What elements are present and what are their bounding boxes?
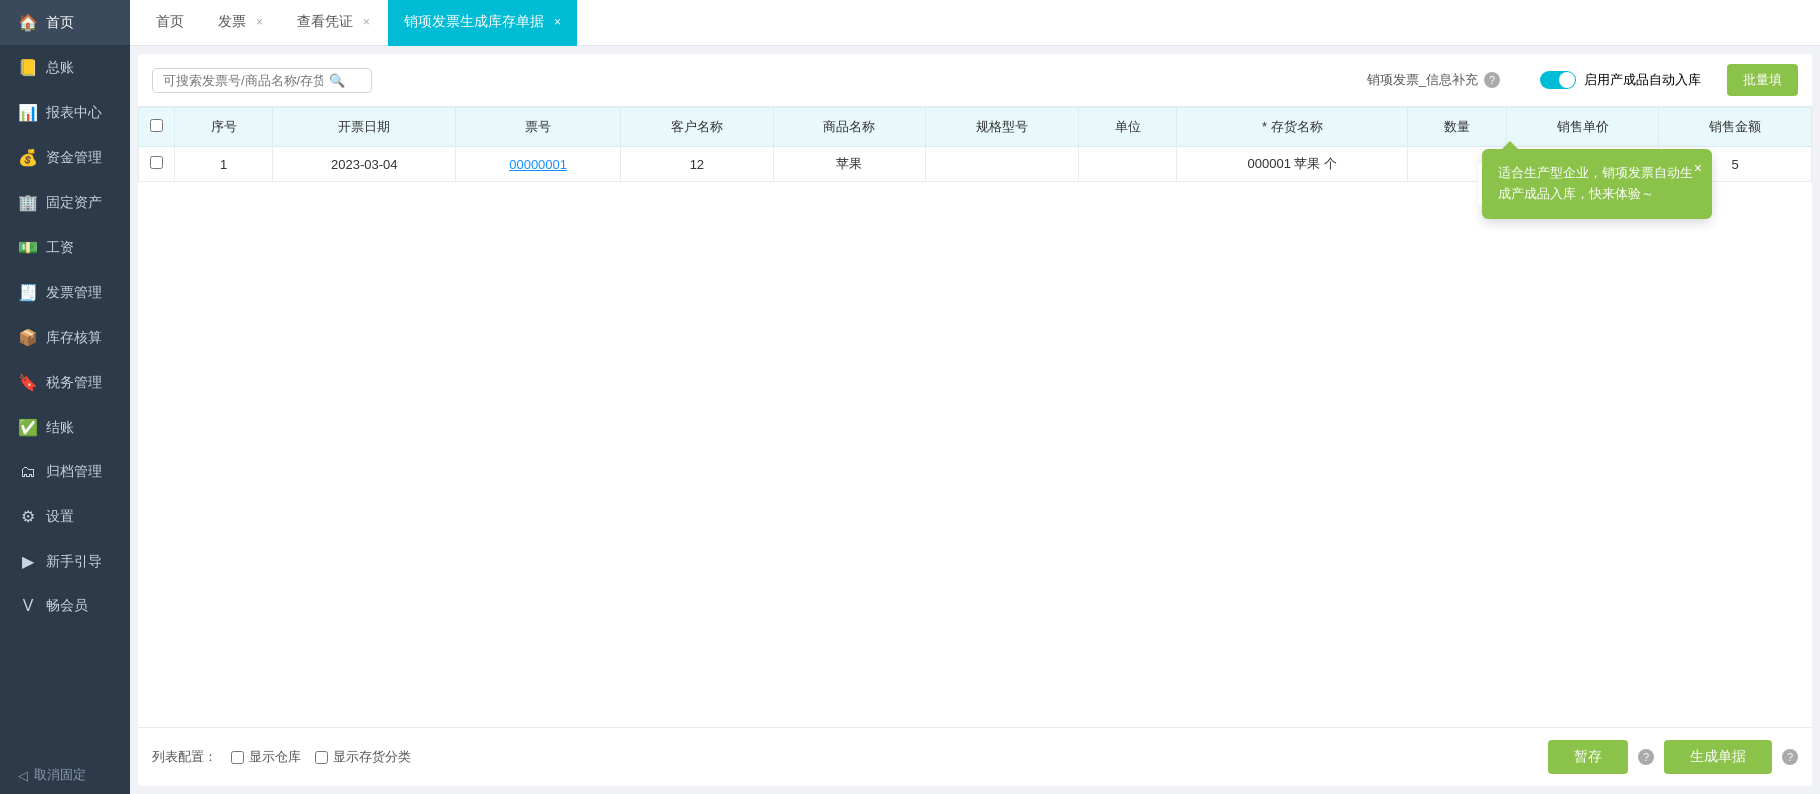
header-quantity: 数量 — [1408, 108, 1506, 147]
sidebar-item-settlement[interactable]: ✅ 结账 — [0, 405, 130, 450]
header-ticket-no: 票号 — [456, 108, 621, 147]
tab-voucher[interactable]: 查看凭证 × — [281, 0, 386, 46]
generate-info-icon[interactable]: ? — [1782, 749, 1798, 765]
tooltip-popup: × 适合生产型企业，销项发票自动生成产成品入库，快来体验～ — [1482, 149, 1712, 219]
info-help-icon[interactable]: ? — [1484, 72, 1500, 88]
settlement-icon: ✅ — [18, 418, 38, 437]
toolbar: 🔍 销项发票_信息补充 ? 启用产成品自动入库 批量填 — [138, 54, 1812, 107]
header-checkbox-cell — [139, 108, 175, 147]
show-warehouse-label[interactable]: 显示仓库 — [231, 748, 301, 766]
bottom-bar: 列表配置： 显示仓库 显示存货分类 暂存 ? 生成单据 ? — [138, 727, 1812, 786]
tab-generate[interactable]: 销项发票生成库存单据 × — [388, 0, 577, 46]
row-unit — [1078, 147, 1176, 182]
sidebar-item-vip[interactable]: V 畅会员 — [0, 584, 130, 628]
header-price: 销售单价 — [1506, 108, 1659, 147]
toggle-thumb — [1559, 72, 1575, 88]
guide-icon: ▶ — [18, 552, 38, 571]
info-label: 销项发票_信息补充 — [1367, 71, 1478, 89]
home-icon: 🏠 — [18, 13, 38, 32]
header-date: 开票日期 — [273, 108, 456, 147]
sidebar-item-capital[interactable]: 💰 资金管理 — [0, 135, 130, 180]
header-seq: 序号 — [175, 108, 273, 147]
search-icon: 🔍 — [329, 73, 345, 88]
row-customer: 12 — [621, 147, 774, 182]
header-spec: 规格型号 — [926, 108, 1079, 147]
show-warehouse-checkbox[interactable] — [231, 751, 244, 764]
archive-icon: 🗂 — [18, 463, 38, 481]
bottom-actions: 暂存 ? 生成单据 ? — [1548, 740, 1798, 774]
batch-fill-button[interactable]: 批量填 — [1727, 64, 1798, 96]
fixed-assets-icon: 🏢 — [18, 193, 38, 212]
unpin-icon: ◁ — [18, 768, 28, 783]
show-category-label[interactable]: 显示存货分类 — [315, 748, 411, 766]
sidebar-item-settings[interactable]: ⚙ 设置 — [0, 494, 130, 539]
header-goods-name: 商品名称 — [773, 108, 926, 147]
tab-invoice-close[interactable]: × — [256, 15, 263, 29]
save-button[interactable]: 暂存 — [1548, 740, 1628, 774]
row-checkbox[interactable] — [150, 156, 163, 169]
tooltip-text: 适合生产型企业，销项发票自动生成产成品入库，快来体验～ — [1498, 165, 1693, 201]
save-info-icon[interactable]: ? — [1638, 749, 1654, 765]
config-label: 列表配置： — [152, 748, 217, 766]
tab-voucher-close[interactable]: × — [363, 15, 370, 29]
header-amount: 销售金额 — [1659, 108, 1812, 147]
tooltip-close-button[interactable]: × — [1694, 157, 1702, 179]
sidebar-item-inventory[interactable]: 📦 库存核算 — [0, 315, 130, 360]
sidebar-item-archive[interactable]: 🗂 归档管理 — [0, 450, 130, 494]
salary-icon: 💵 — [18, 238, 38, 257]
header-checkbox[interactable] — [150, 119, 163, 132]
sidebar-item-guide[interactable]: ▶ 新手引导 — [0, 539, 130, 584]
row-checkbox-cell — [139, 147, 175, 182]
row-ticket-no[interactable]: 00000001 — [456, 147, 621, 182]
inventory-icon: 📦 — [18, 328, 38, 347]
reports-icon: 📊 — [18, 103, 38, 122]
toolbar-info: 销项发票_信息补充 ? — [1367, 71, 1500, 89]
sidebar-item-ledger[interactable]: 📒 总账 — [0, 45, 130, 90]
tooltip-indicator — [1478, 163, 1482, 205]
settings-icon: ⚙ — [18, 507, 38, 526]
sidebar-item-fixed-assets[interactable]: 🏢 固定资产 — [0, 180, 130, 225]
toggle-wrapper: 启用产成品自动入库 — [1540, 71, 1701, 89]
vip-icon: V — [18, 597, 38, 615]
sidebar-item-tax[interactable]: 🔖 税务管理 — [0, 360, 130, 405]
sidebar-unpin[interactable]: ◁ 取消固定 — [0, 756, 130, 794]
sidebar-item-invoice-mgmt[interactable]: 🧾 发票管理 — [0, 270, 130, 315]
toggle-label: 启用产成品自动入库 — [1584, 71, 1701, 89]
tab-home[interactable]: 首页 — [140, 0, 200, 46]
row-spec — [926, 147, 1079, 182]
invoice-mgmt-icon: 🧾 — [18, 283, 38, 302]
search-box[interactable]: 🔍 — [152, 68, 372, 93]
row-goods-name: 苹果 — [773, 147, 926, 182]
sidebar-item-home[interactable]: 🏠 首页 — [0, 0, 130, 45]
capital-icon: 💰 — [18, 148, 38, 167]
sidebar-item-reports[interactable]: 📊 报表中心 — [0, 90, 130, 135]
row-seq: 1 — [175, 147, 273, 182]
sidebar-item-salary[interactable]: 💵 工资 — [0, 225, 130, 270]
header-unit: 单位 — [1078, 108, 1176, 147]
row-inventory-name: 000001 苹果 个 — [1177, 147, 1408, 182]
tab-bar: 首页 发票 × 查看凭证 × 销项发票生成库存单据 × — [130, 0, 1820, 46]
search-input[interactable] — [163, 73, 323, 88]
main-area: 首页 发票 × 查看凭证 × 销项发票生成库存单据 × 🔍 销项发票_信息补充 … — [130, 0, 1820, 794]
ledger-icon: 📒 — [18, 58, 38, 77]
row-date: 2023-03-04 — [273, 147, 456, 182]
auto-inbound-toggle[interactable] — [1540, 71, 1576, 89]
sidebar: 🏠 首页 📒 总账 📊 报表中心 💰 资金管理 🏢 固定资产 💵 工资 🧾 发票… — [0, 0, 130, 794]
table-header-row: 序号 开票日期 票号 客户名称 商品名称 规格型号 单位 * 存货名称 数量 销… — [139, 108, 1812, 147]
tab-invoice[interactable]: 发票 × — [202, 0, 279, 46]
page-content: 🔍 销项发票_信息补充 ? 启用产成品自动入库 批量填 — [138, 54, 1812, 786]
header-inventory-name: * 存货名称 — [1177, 108, 1408, 147]
tab-generate-close[interactable]: × — [554, 15, 561, 29]
show-category-checkbox[interactable] — [315, 751, 328, 764]
tax-icon: 🔖 — [18, 373, 38, 392]
generate-button[interactable]: 生成单据 — [1664, 740, 1772, 774]
header-customer: 客户名称 — [621, 108, 774, 147]
